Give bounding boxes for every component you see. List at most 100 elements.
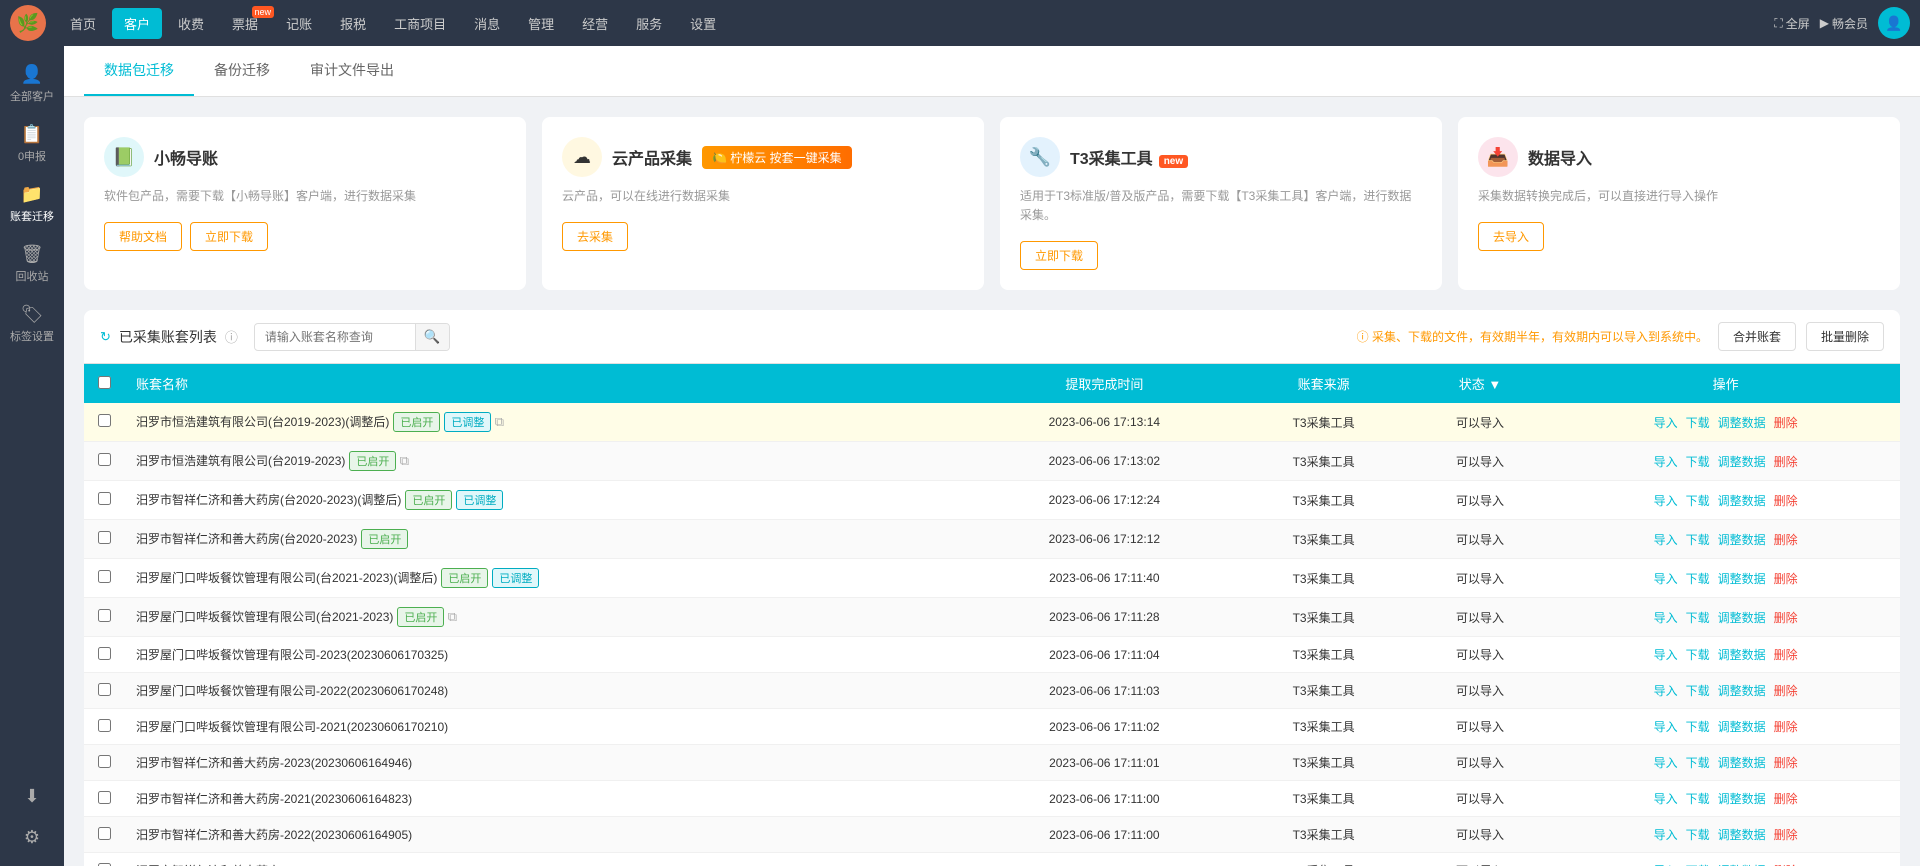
download-now-button[interactable]: 立即下载	[190, 222, 268, 251]
col-name[interactable]: 账套名称	[124, 364, 970, 403]
action-删除[interactable]: 删除	[1774, 572, 1798, 586]
action-导入[interactable]: 导入	[1654, 416, 1678, 430]
search-input[interactable]	[255, 325, 415, 349]
nav-operations[interactable]: 经营	[570, 8, 620, 39]
action-调整数据[interactable]: 调整数据	[1718, 756, 1766, 770]
sidebar-item-zero-declare[interactable]: 📋 0申报	[4, 116, 60, 172]
row-checkbox[interactable]	[98, 531, 111, 544]
action-删除[interactable]: 删除	[1774, 792, 1798, 806]
action-下载[interactable]: 下载	[1686, 648, 1710, 662]
nav-tax[interactable]: 报税	[328, 8, 378, 39]
action-调整数据[interactable]: 调整数据	[1718, 720, 1766, 734]
action-导入[interactable]: 导入	[1654, 572, 1678, 586]
sidebar-item-label-settings[interactable]: 🏷 标签设置	[4, 296, 60, 352]
member-button[interactable]: ▶ 畅会员	[1820, 15, 1868, 32]
row-checkbox[interactable]	[98, 570, 111, 583]
nav-fees[interactable]: 收费	[166, 8, 216, 39]
action-导入[interactable]: 导入	[1654, 494, 1678, 508]
action-调整数据[interactable]: 调整数据	[1718, 416, 1766, 430]
nav-home[interactable]: 首页	[58, 8, 108, 39]
nav-manage[interactable]: 管理	[516, 8, 566, 39]
action-删除[interactable]: 删除	[1774, 611, 1798, 625]
action-下载[interactable]: 下载	[1686, 572, 1710, 586]
action-调整数据[interactable]: 调整数据	[1718, 684, 1766, 698]
action-下载[interactable]: 下载	[1686, 416, 1710, 430]
action-下载[interactable]: 下载	[1686, 756, 1710, 770]
action-导入[interactable]: 导入	[1654, 792, 1678, 806]
help-doc-button[interactable]: 帮助文档	[104, 222, 182, 251]
row-checkbox[interactable]	[98, 609, 111, 622]
action-删除[interactable]: 删除	[1774, 648, 1798, 662]
row-checkbox[interactable]	[98, 683, 111, 696]
copy-icon[interactable]: ⧉	[448, 609, 457, 624]
action-调整数据[interactable]: 调整数据	[1718, 792, 1766, 806]
action-删除[interactable]: 删除	[1774, 416, 1798, 430]
nav-customer[interactable]: 客户	[112, 8, 162, 39]
fullscreen-button[interactable]: ⛶ 全屏	[1774, 15, 1809, 32]
action-删除[interactable]: 删除	[1774, 494, 1798, 508]
t3-download-button[interactable]: 立即下载	[1020, 241, 1098, 270]
tab-audit-export[interactable]: 审计文件导出	[290, 46, 414, 96]
tab-backup-migration[interactable]: 备份迁移	[194, 46, 290, 96]
action-删除[interactable]: 删除	[1774, 828, 1798, 842]
sidebar-item-all-customers[interactable]: 👤 全部客户	[4, 56, 60, 112]
action-下载[interactable]: 下载	[1686, 720, 1710, 734]
action-导入[interactable]: 导入	[1654, 648, 1678, 662]
action-下载[interactable]: 下载	[1686, 792, 1710, 806]
action-导入[interactable]: 导入	[1654, 828, 1678, 842]
action-删除[interactable]: 删除	[1774, 684, 1798, 698]
nav-settings[interactable]: 设置	[678, 8, 728, 39]
action-导入[interactable]: 导入	[1654, 684, 1678, 698]
row-checkbox[interactable]	[98, 414, 111, 427]
col-time[interactable]: 提取完成时间	[970, 364, 1238, 403]
refresh-icon[interactable]: ↻	[100, 329, 111, 345]
action-调整数据[interactable]: 调整数据	[1718, 611, 1766, 625]
sidebar-item-account-migrate[interactable]: 📁 账套迁移	[4, 176, 60, 232]
row-checkbox[interactable]	[98, 755, 111, 768]
action-下载[interactable]: 下载	[1686, 828, 1710, 842]
row-checkbox[interactable]	[98, 719, 111, 732]
action-导入[interactable]: 导入	[1654, 533, 1678, 547]
nav-business[interactable]: 工商项目	[382, 8, 458, 39]
row-checkbox[interactable]	[98, 827, 111, 840]
action-下载[interactable]: 下载	[1686, 533, 1710, 547]
user-avatar[interactable]: 👤	[1878, 7, 1910, 39]
action-下载[interactable]: 下载	[1686, 611, 1710, 625]
go-import-button[interactable]: 去导入	[1478, 222, 1544, 251]
nav-accounting[interactable]: 记账	[274, 8, 324, 39]
row-checkbox[interactable]	[98, 647, 111, 660]
action-删除[interactable]: 删除	[1774, 455, 1798, 469]
go-collect-button[interactable]: 去采集	[562, 222, 628, 251]
sidebar-item-recycle[interactable]: 🗑 回收站	[4, 236, 60, 292]
col-status[interactable]: 状态 ▼	[1409, 364, 1552, 403]
batch-delete-button[interactable]: 批量删除	[1806, 322, 1884, 351]
action-下载[interactable]: 下载	[1686, 455, 1710, 469]
row-checkbox[interactable]	[98, 791, 111, 804]
merge-accounts-button[interactable]: 合并账套	[1718, 322, 1796, 351]
nav-bills[interactable]: 票据new	[220, 8, 270, 39]
nav-service[interactable]: 服务	[624, 8, 674, 39]
action-删除[interactable]: 删除	[1774, 756, 1798, 770]
action-下载[interactable]: 下载	[1686, 684, 1710, 698]
search-button[interactable]: 🔍	[415, 324, 449, 350]
action-导入[interactable]: 导入	[1654, 756, 1678, 770]
action-删除[interactable]: 删除	[1774, 533, 1798, 547]
action-导入[interactable]: 导入	[1654, 611, 1678, 625]
action-下载[interactable]: 下载	[1686, 494, 1710, 508]
nav-messages[interactable]: 消息	[462, 8, 512, 39]
action-调整数据[interactable]: 调整数据	[1718, 455, 1766, 469]
row-checkbox[interactable]	[98, 453, 111, 466]
action-调整数据[interactable]: 调整数据	[1718, 828, 1766, 842]
sidebar-item-download[interactable]: ⬇	[4, 778, 60, 815]
col-source[interactable]: 账套来源	[1238, 364, 1408, 403]
tab-data-migration[interactable]: 数据包迁移	[84, 46, 194, 96]
action-调整数据[interactable]: 调整数据	[1718, 533, 1766, 547]
select-all-checkbox[interactable]	[98, 376, 111, 389]
action-调整数据[interactable]: 调整数据	[1718, 494, 1766, 508]
action-导入[interactable]: 导入	[1654, 455, 1678, 469]
action-调整数据[interactable]: 调整数据	[1718, 648, 1766, 662]
copy-icon[interactable]: ⧉	[495, 414, 504, 429]
action-调整数据[interactable]: 调整数据	[1718, 572, 1766, 586]
sidebar-item-user-settings[interactable]: ⚙	[4, 819, 60, 856]
action-导入[interactable]: 导入	[1654, 720, 1678, 734]
